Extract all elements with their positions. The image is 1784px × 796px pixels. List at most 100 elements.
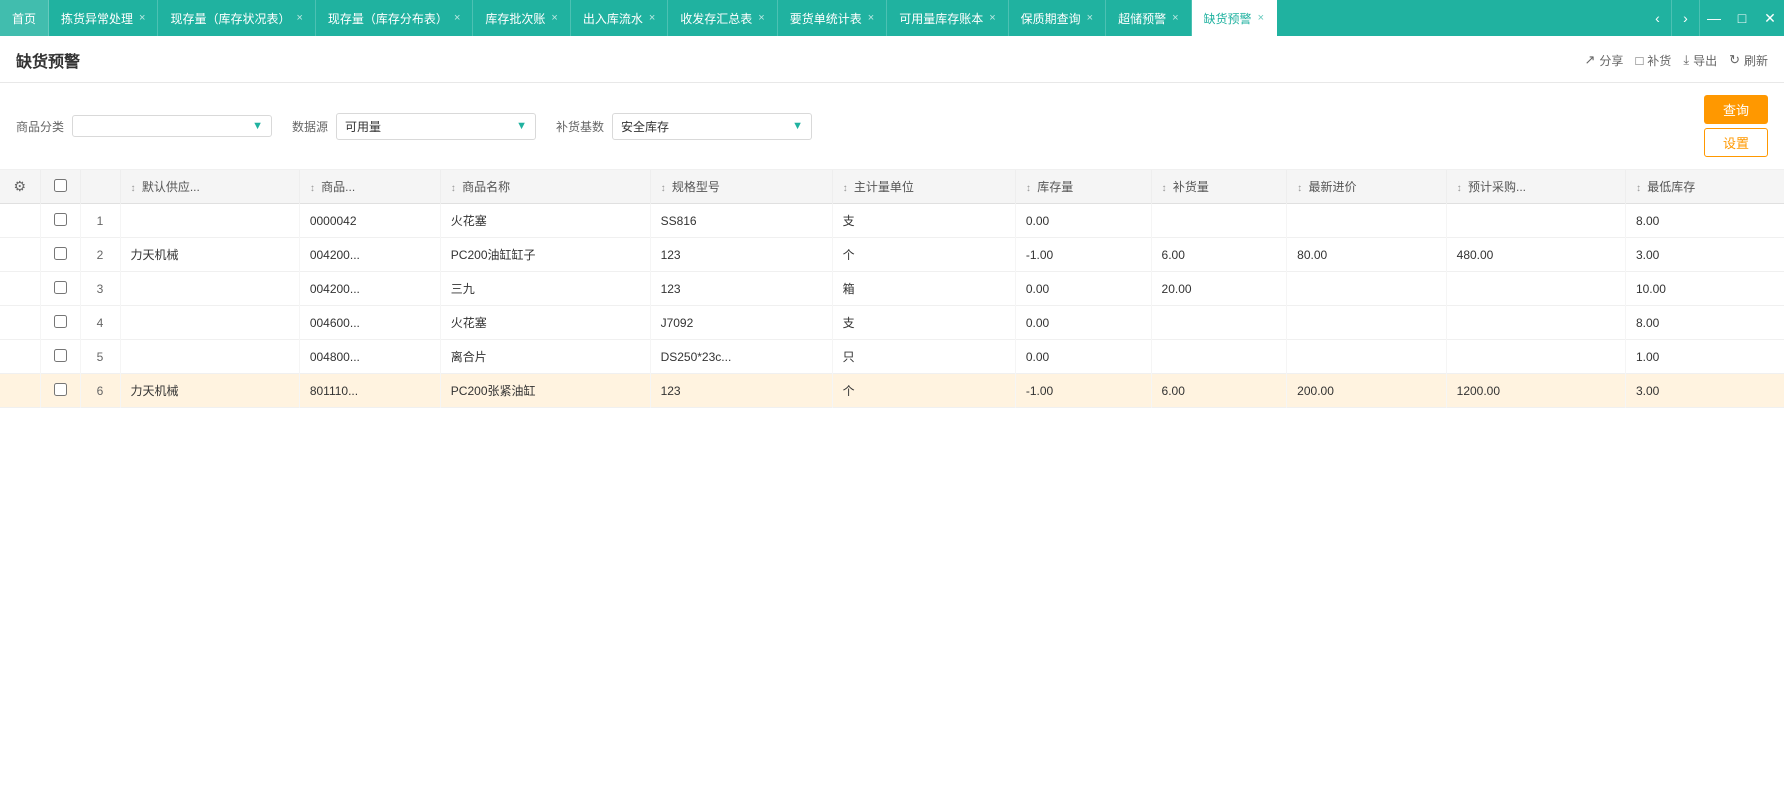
share-icon: ↗ bbox=[1585, 52, 1596, 68]
row-checkbox-cell[interactable] bbox=[40, 238, 80, 272]
table-body: 1 0000042 火花塞 SS816 支 0.00 8.00 2 力天机械 0… bbox=[0, 204, 1784, 408]
share-btn[interactable]: ↗ 分享 bbox=[1585, 52, 1624, 69]
row-checkbox-cell[interactable] bbox=[40, 340, 80, 374]
category-select[interactable]: ▼ bbox=[72, 115, 272, 137]
tab-collect-close[interactable]: × bbox=[758, 12, 764, 24]
tab-stock-status[interactable]: 现存量（库存状况表） × bbox=[158, 0, 315, 36]
row-checkbox[interactable] bbox=[54, 349, 67, 362]
row-replenish: 6.00 bbox=[1151, 374, 1287, 408]
tab-demand-close[interactable]: × bbox=[868, 12, 874, 24]
tab-available-close[interactable]: × bbox=[989, 12, 995, 24]
settings-button[interactable]: 设置 bbox=[1704, 128, 1768, 157]
row-number: 6 bbox=[80, 374, 120, 408]
tab-exception-close[interactable]: × bbox=[139, 12, 145, 24]
query-button[interactable]: 查询 bbox=[1704, 95, 1768, 124]
row-replenish bbox=[1151, 340, 1287, 374]
th-name[interactable]: 商品名称 bbox=[440, 170, 650, 204]
row-latest-price bbox=[1287, 272, 1446, 306]
tab-stock-dist[interactable]: 现存量（库存分布表） × bbox=[316, 0, 473, 36]
row-spec: DS250*23c... bbox=[650, 340, 832, 374]
tab-stock-status-close[interactable]: × bbox=[296, 12, 302, 24]
window-close-btn[interactable]: ✕ bbox=[1756, 0, 1784, 36]
row-checkbox-cell[interactable] bbox=[40, 272, 80, 306]
window-min-btn[interactable]: — bbox=[1700, 0, 1728, 36]
replenish-btn[interactable]: □ 补货 bbox=[1635, 52, 1671, 69]
tab-available[interactable]: 可用量库存账本 × bbox=[887, 0, 1008, 36]
tab-next-btn[interactable]: › bbox=[1672, 0, 1700, 36]
row-min-stock: 3.00 bbox=[1625, 238, 1784, 272]
tab-batch-close[interactable]: × bbox=[551, 12, 557, 24]
row-min-stock: 3.00 bbox=[1625, 374, 1784, 408]
datasource-label: 数据源 bbox=[292, 118, 328, 135]
row-supplier bbox=[120, 306, 299, 340]
th-gear[interactable]: ⚙ bbox=[0, 170, 40, 204]
row-code: 004200... bbox=[299, 272, 440, 306]
datasource-select[interactable]: 可用量 ▼ bbox=[336, 113, 536, 140]
tab-stock-dist-close[interactable]: × bbox=[454, 12, 460, 24]
row-name: 火花塞 bbox=[440, 306, 650, 340]
tab-inout-close[interactable]: × bbox=[649, 12, 655, 24]
window-restore-btn[interactable]: □ bbox=[1728, 0, 1756, 36]
tab-collect[interactable]: 收发存汇总表 × bbox=[668, 0, 777, 36]
row-checkbox[interactable] bbox=[54, 383, 67, 396]
replenish-base-select[interactable]: 安全库存 ▼ bbox=[612, 113, 812, 140]
row-checkbox[interactable] bbox=[54, 281, 67, 294]
th-supplier[interactable]: 默认供应... bbox=[120, 170, 299, 204]
row-checkbox-cell[interactable] bbox=[40, 204, 80, 238]
row-supplier bbox=[120, 340, 299, 374]
row-gear-cell bbox=[0, 204, 40, 238]
header-actions: ↗ 分享 □ 补货 ⤓ 导出 ↻ 刷新 bbox=[1585, 52, 1768, 69]
row-estimated-purchase: 1200.00 bbox=[1446, 374, 1625, 408]
tab-demand[interactable]: 要货单统计表 × bbox=[778, 0, 887, 36]
select-all-checkbox[interactable] bbox=[54, 179, 67, 192]
tab-expiry[interactable]: 保质期查询 × bbox=[1009, 0, 1106, 36]
row-replenish: 6.00 bbox=[1151, 238, 1287, 272]
row-supplier bbox=[120, 204, 299, 238]
row-code: 004600... bbox=[299, 306, 440, 340]
row-code: 004800... bbox=[299, 340, 440, 374]
row-name: 火花塞 bbox=[440, 204, 650, 238]
tab-batch[interactable]: 库存批次账 × bbox=[473, 0, 570, 36]
th-replenish[interactable]: 补货量 bbox=[1151, 170, 1287, 204]
row-checkbox[interactable] bbox=[54, 315, 67, 328]
row-number: 5 bbox=[80, 340, 120, 374]
tab-overstock[interactable]: 超储预警 × bbox=[1106, 0, 1191, 36]
row-stock: 0.00 bbox=[1015, 340, 1151, 374]
th-min-stock[interactable]: 最低库存 bbox=[1625, 170, 1784, 204]
row-latest-price: 200.00 bbox=[1287, 374, 1446, 408]
gear-settings-icon[interactable]: ⚙ bbox=[13, 178, 26, 194]
row-stock: -1.00 bbox=[1015, 238, 1151, 272]
row-checkbox[interactable] bbox=[54, 247, 67, 260]
th-unit[interactable]: 主计量单位 bbox=[832, 170, 1015, 204]
row-gear-cell bbox=[0, 340, 40, 374]
row-checkbox-cell[interactable] bbox=[40, 306, 80, 340]
tab-exception[interactable]: 拣货异常处理 × bbox=[49, 0, 158, 36]
th-num bbox=[80, 170, 120, 204]
row-code: 801110... bbox=[299, 374, 440, 408]
row-checkbox-cell[interactable] bbox=[40, 374, 80, 408]
th-spec[interactable]: 规格型号 bbox=[650, 170, 832, 204]
tab-shortage-close[interactable]: × bbox=[1258, 12, 1264, 24]
row-replenish bbox=[1151, 306, 1287, 340]
tab-inout[interactable]: 出入库流水 × bbox=[571, 0, 668, 36]
row-checkbox[interactable] bbox=[54, 213, 67, 226]
row-latest-price: 80.00 bbox=[1287, 238, 1446, 272]
tab-prev-btn[interactable]: ‹ bbox=[1644, 0, 1672, 36]
row-spec: J7092 bbox=[650, 306, 832, 340]
row-gear-cell bbox=[0, 272, 40, 306]
tab-shortage[interactable]: 缺货预警 × bbox=[1192, 0, 1277, 36]
th-estimated-purchase[interactable]: 预计采购... bbox=[1446, 170, 1625, 204]
export-btn[interactable]: ⤓ 导出 bbox=[1683, 52, 1717, 69]
tab-expiry-close[interactable]: × bbox=[1087, 12, 1093, 24]
tab-overstock-close[interactable]: × bbox=[1172, 12, 1178, 24]
datasource-arrow-icon: ▼ bbox=[516, 120, 527, 132]
th-code[interactable]: 商品... bbox=[299, 170, 440, 204]
tab-home[interactable]: 首页 bbox=[0, 0, 49, 36]
th-latest-price[interactable]: 最新进价 bbox=[1287, 170, 1446, 204]
replenish-base-filter-group: 补货基数 安全库存 ▼ bbox=[556, 113, 812, 140]
row-name: PC200油缸缸子 bbox=[440, 238, 650, 272]
th-stock[interactable]: 库存量 bbox=[1015, 170, 1151, 204]
table-row: 5 004800... 离合片 DS250*23c... 只 0.00 1.00 bbox=[0, 340, 1784, 374]
row-latest-price bbox=[1287, 306, 1446, 340]
refresh-btn[interactable]: ↻ 刷新 bbox=[1729, 52, 1768, 69]
